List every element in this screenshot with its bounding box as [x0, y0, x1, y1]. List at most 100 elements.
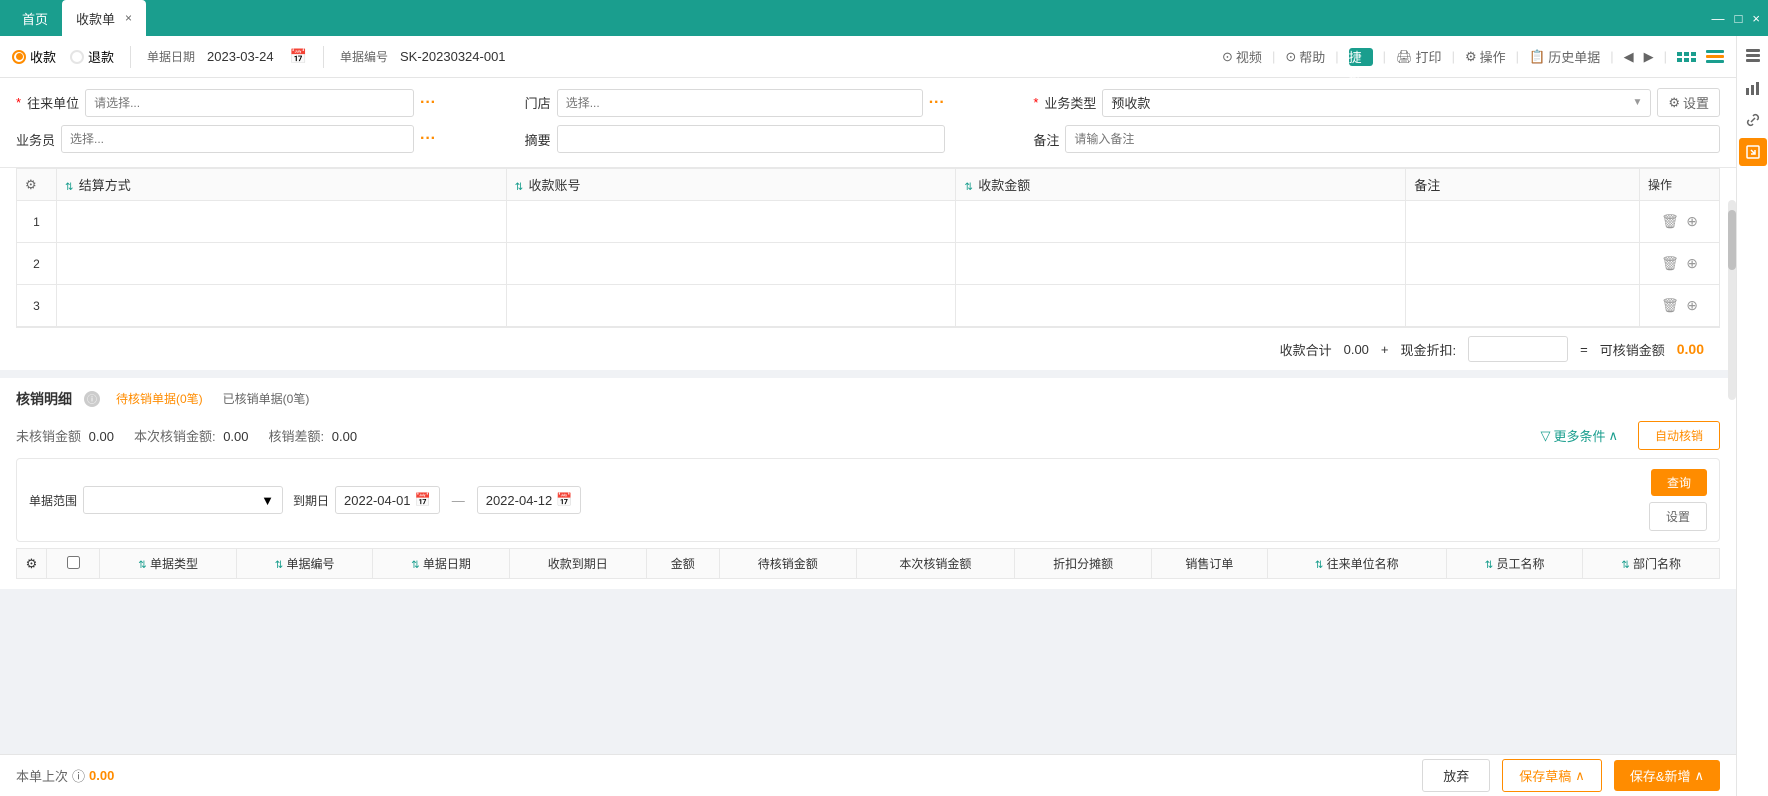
- row-3-note[interactable]: [1406, 285, 1640, 327]
- delete-icon-1[interactable]: 🗑: [1661, 213, 1679, 229]
- th-settlement-label: 结算方式: [79, 178, 131, 193]
- staff-more-icon[interactable]: ···: [420, 130, 436, 148]
- layout-list-icon[interactable]: [1706, 50, 1724, 63]
- minimize-btn[interactable]: —: [1712, 11, 1725, 26]
- tab-pending[interactable]: 待核销单据(0笔): [112, 388, 207, 409]
- summary-row: 收款合计 0.00 + 现金折扣: = 可核销金额 0.00: [16, 327, 1720, 370]
- print-btn[interactable]: 🖨 打印: [1396, 47, 1442, 66]
- save-new-btn[interactable]: 保存&新增 ∧: [1614, 760, 1720, 791]
- operation-btn[interactable]: ⚙ 操作: [1465, 47, 1506, 66]
- radio-refund[interactable]: 退款: [70, 47, 114, 66]
- th-gear-bottom[interactable]: ⚙: [26, 556, 38, 571]
- row-3-account[interactable]: [506, 285, 956, 327]
- filter-buttons: 查询 设置: [1649, 469, 1707, 531]
- nav-left-icon[interactable]: ◀: [1624, 49, 1634, 65]
- sort-icon-settlement: ⇅: [65, 182, 73, 193]
- delete-icon-2[interactable]: 🗑: [1661, 255, 1679, 271]
- filter-setting-btn[interactable]: 设置: [1649, 502, 1707, 531]
- verification-header: 核销明细 ⓘ 待核销单据(0笔) 已核销单据(0笔): [16, 388, 1720, 409]
- scrollbar-thumb[interactable]: [1728, 210, 1736, 270]
- table-row: 1 🗑 ⊕: [17, 201, 1720, 243]
- save-draft-label: 保存草稿: [1519, 766, 1571, 785]
- row-1-settlement[interactable]: [57, 201, 507, 243]
- store-input[interactable]: [557, 89, 923, 117]
- sidebar-chart-icon[interactable]: [1739, 74, 1767, 102]
- store-field: 门店 ···: [525, 89, 945, 117]
- maximize-btn[interactable]: □: [1735, 11, 1743, 26]
- sidebar-link-icon[interactable]: [1739, 106, 1767, 134]
- copy-icon-2[interactable]: ⊕: [1686, 255, 1698, 271]
- row-1-note[interactable]: [1406, 201, 1640, 243]
- tab-close-btn[interactable]: ×: [125, 11, 132, 25]
- sort-bill-number: ⇅: [275, 560, 283, 571]
- copy-icon-1[interactable]: ⊕: [1686, 213, 1698, 229]
- video-btn[interactable]: ⊙ 视频: [1222, 47, 1262, 66]
- history-btn[interactable]: 📋 历史单据: [1529, 47, 1600, 66]
- nav-right-icon[interactable]: ▶: [1644, 49, 1654, 65]
- more-conditions-btn[interactable]: ▽ 更多条件 ∧: [1540, 426, 1618, 445]
- verification-info-icon[interactable]: ⓘ: [84, 391, 100, 407]
- copy-icon-3[interactable]: ⊕: [1686, 297, 1698, 313]
- row-2-amount[interactable]: [956, 243, 1406, 285]
- row-3-settlement[interactable]: [57, 285, 507, 327]
- business-type-select[interactable]: 预收款 ▼: [1102, 89, 1651, 117]
- cash-discount-input[interactable]: [1468, 336, 1568, 362]
- tab-active[interactable]: 收款单 ×: [62, 0, 146, 36]
- date-label: 单据日期: [147, 48, 195, 65]
- summary-input[interactable]: [557, 125, 945, 153]
- counterpart-more-icon[interactable]: ···: [420, 94, 436, 112]
- delete-icon-3[interactable]: 🗑: [1661, 297, 1679, 313]
- th-due-date: 收款到期日: [509, 549, 646, 579]
- number-value: SK-20230324-001: [400, 49, 506, 64]
- date-end-picker[interactable]: 2022-04-12 📅: [477, 486, 582, 514]
- query-btn[interactable]: 查询: [1651, 469, 1707, 496]
- row-2-settlement[interactable]: [57, 243, 507, 285]
- date-start-picker[interactable]: 2022-04-01 📅: [335, 486, 440, 514]
- date-end-value: 2022-04-12: [486, 493, 553, 508]
- calendar-icon[interactable]: 📅: [290, 48, 307, 65]
- th-counterpart-name: ⇅ 往来单位名称: [1267, 549, 1446, 579]
- info-icon[interactable]: ⓘ: [72, 766, 85, 785]
- row-3-amount[interactable]: [956, 285, 1406, 327]
- video-label: 视频: [1236, 47, 1262, 66]
- layout-grid-icon[interactable]: [1677, 52, 1696, 62]
- sidebar-expand-icon[interactable]: [1739, 138, 1767, 166]
- counterpart-input[interactable]: [85, 89, 414, 117]
- tab-home[interactable]: 首页: [8, 0, 62, 36]
- calendar-end-icon: 📅: [556, 492, 572, 508]
- row-1-account[interactable]: [506, 201, 956, 243]
- discard-btn[interactable]: 放弃: [1422, 759, 1490, 792]
- table-gear-icon[interactable]: ⚙: [25, 177, 37, 192]
- form-section: * 往来单位 ··· 门店 ··· * 业务类型 预收款 ▼ ⚙: [0, 78, 1736, 168]
- this-time-value: 0.00: [223, 429, 248, 444]
- row-num-3: 3: [17, 285, 57, 327]
- range-select[interactable]: ▼: [83, 486, 283, 514]
- counterpart-label: 往来单位: [27, 93, 79, 112]
- settings-btn[interactable]: ⚙ 设置: [1657, 88, 1720, 117]
- sidebar-table-icon[interactable]: [1739, 42, 1767, 70]
- toolbar: 收款 退款 单据日期 2023-03-24 📅 单据编号 SK-20230324…: [0, 36, 1736, 78]
- row-1-amount[interactable]: [956, 201, 1406, 243]
- row-2-account[interactable]: [506, 243, 956, 285]
- plus-label: +: [1381, 342, 1389, 357]
- row-2-note[interactable]: [1406, 243, 1640, 285]
- this-time-stat: 本次核销金额: 0.00: [134, 426, 249, 445]
- select-all-checkbox[interactable]: [67, 556, 80, 569]
- diff-stat: 核销差额: 0.00: [269, 426, 358, 445]
- th-actions: 操作: [1640, 169, 1720, 201]
- store-more-icon[interactable]: ···: [929, 94, 945, 112]
- th-checkbox: ⚙: [17, 549, 47, 579]
- help-btn[interactable]: ⊙ 帮助: [1285, 47, 1325, 66]
- table-row: 2 🗑 ⊕: [17, 243, 1720, 285]
- summary-label: 摘要: [525, 130, 551, 149]
- close-btn[interactable]: ×: [1752, 11, 1760, 26]
- radio-collection[interactable]: 收款: [12, 47, 56, 66]
- staff-input[interactable]: [61, 125, 414, 153]
- shortcut-btn[interactable]: 快捷键: [1349, 48, 1373, 66]
- tab-done[interactable]: 已核销单据(0笔): [219, 388, 314, 409]
- bill-order-label: 本单上次: [16, 766, 68, 785]
- note-input[interactable]: [1065, 125, 1720, 153]
- number-label: 单据编号: [340, 48, 388, 65]
- save-draft-btn[interactable]: 保存草稿 ∧: [1502, 759, 1602, 792]
- auto-verify-btn[interactable]: 自动核销: [1638, 421, 1720, 450]
